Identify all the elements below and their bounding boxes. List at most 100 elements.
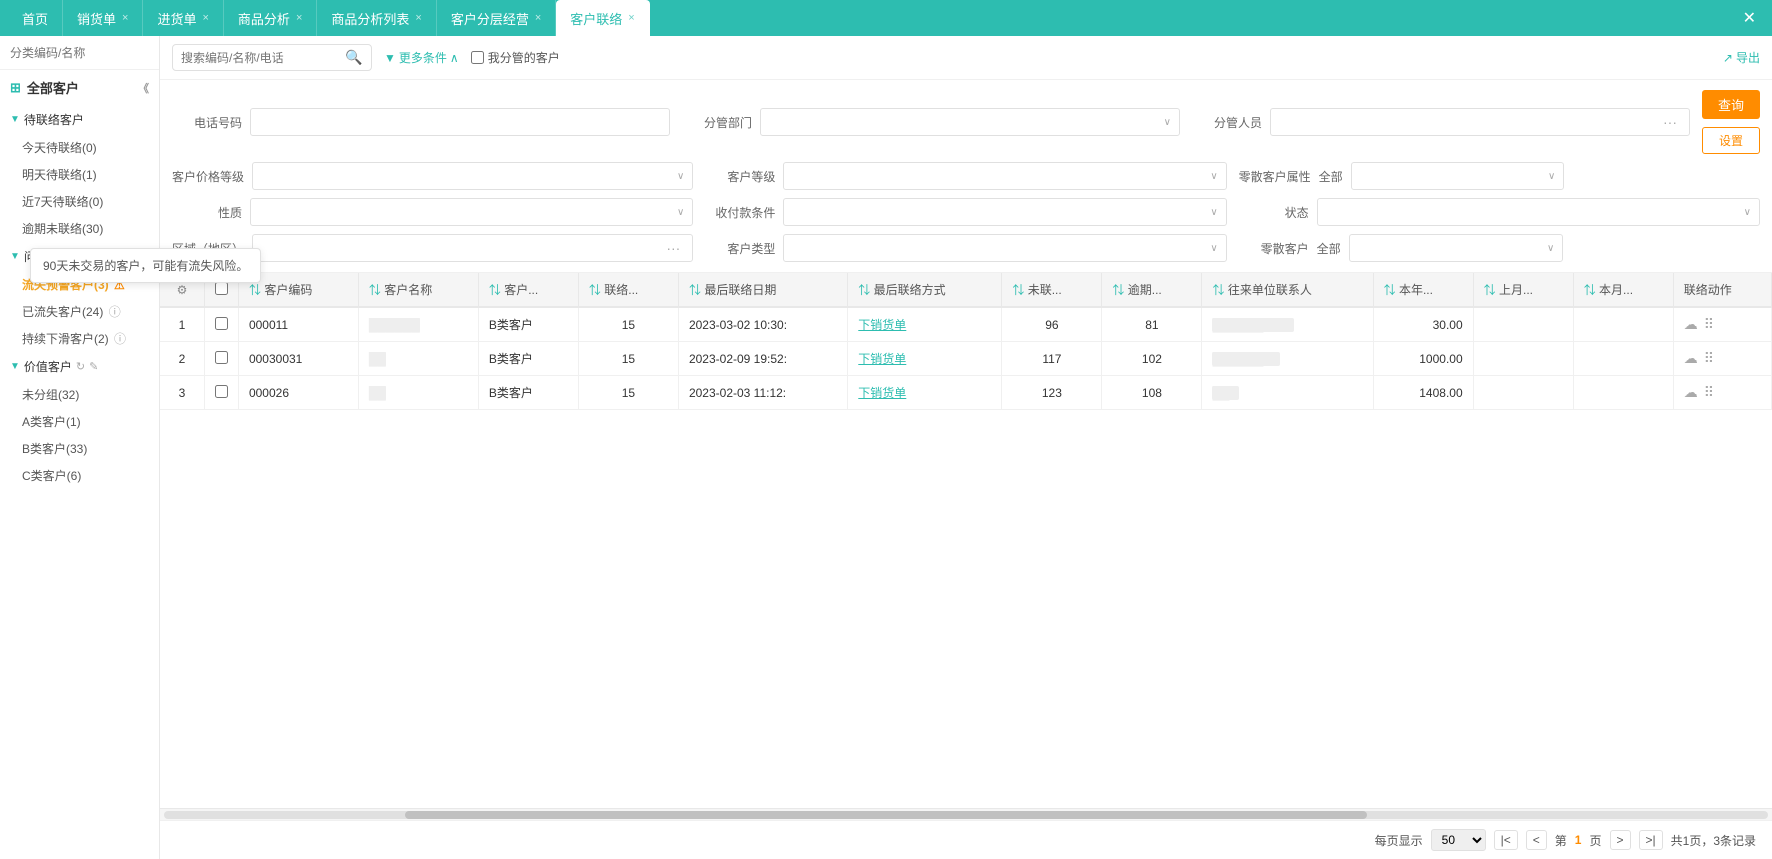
contact-action-icon[interactable]: ☁ <box>1684 316 1698 333</box>
td-last-contact-method[interactable]: 下销货单 <box>848 376 1002 410</box>
current-page: 1 <box>1575 833 1582 847</box>
retail-attr-select[interactable]: ∨ <box>1351 162 1565 190</box>
th-no-contact[interactable]: ⇅ 未联... <box>1002 273 1102 307</box>
th-company-contact[interactable]: ⇅ 往来单位联系人 <box>1202 273 1373 307</box>
tab-analysis-list[interactable]: 商品分析列表 × <box>317 0 436 36</box>
tab-purchase[interactable]: 进货单 × <box>143 0 223 36</box>
dots-icon[interactable]: ··· <box>1659 114 1681 130</box>
close-icon[interactable]: × <box>415 12 421 24</box>
horizontal-scrollbar[interactable] <box>160 808 1772 820</box>
sidebar-search-box[interactable]: 🔍 <box>0 36 159 70</box>
th-contact[interactable]: ⇅ 联络... <box>578 273 678 307</box>
prev-page-button[interactable]: < <box>1526 830 1547 850</box>
scrollbar-track[interactable] <box>164 811 1768 819</box>
dept-select[interactable]: ∨ <box>760 108 1180 136</box>
price-level-select[interactable]: ∨ <box>252 162 693 190</box>
sidebar-item-ungrouped[interactable]: 未分组(32) <box>0 381 159 408</box>
dots-icon[interactable]: ··· <box>662 240 684 256</box>
tab-sales[interactable]: 销货单 × <box>63 0 143 36</box>
edit-icon[interactable]: ✎ <box>89 360 98 373</box>
th-this-month[interactable]: ⇅ 本月... <box>1573 273 1673 307</box>
next-page-button[interactable]: > <box>1610 830 1631 850</box>
per-page-select[interactable]: 50 100 <box>1431 829 1486 851</box>
retail-customer-select[interactable]: ∨ <box>1349 234 1564 262</box>
td-code: 000026 <box>238 376 358 410</box>
collapse-icon[interactable]: 《 <box>138 80 149 96</box>
person-select[interactable]: ··· <box>1270 108 1690 136</box>
td-action: ☁ ⠿ <box>1673 307 1771 342</box>
sidebar-search-input[interactable] <box>10 46 160 60</box>
more-action-icon[interactable]: ⠿ <box>1704 384 1714 401</box>
sort-icon: ⇅ <box>689 283 701 297</box>
tab-home[interactable]: 首页 <box>8 0 63 36</box>
sidebar-all-customers[interactable]: ⊞ 全部客户 《 <box>0 70 159 105</box>
sidebar-item-churned[interactable]: 已流失客户(24) ⓘ <box>0 298 159 325</box>
close-icon[interactable]: × <box>628 12 634 24</box>
sidebar-item-class-b[interactable]: B类客户(33) <box>0 435 159 462</box>
gender-select[interactable]: ∨ <box>250 198 693 226</box>
refresh-icon[interactable]: ↻ <box>76 360 85 373</box>
level-select[interactable]: ∨ <box>783 162 1226 190</box>
select-all-checkbox[interactable] <box>215 282 228 295</box>
info-icon[interactable]: ⓘ <box>109 305 121 319</box>
first-page-button[interactable]: |< <box>1494 830 1518 850</box>
info-icon[interactable]: ⓘ <box>114 332 126 346</box>
sidebar-section-value[interactable]: ▼ 价值客户 ↻ ✎ <box>0 352 159 381</box>
td-last-contact-method[interactable]: 下销货单 <box>848 342 1002 376</box>
payment-select[interactable]: ∨ <box>783 198 1226 226</box>
contact-action-icon[interactable]: ☁ <box>1684 350 1698 367</box>
status-select[interactable]: ∨ <box>1317 198 1760 226</box>
sidebar-item-7days[interactable]: 近7天待联络(0) <box>0 188 159 215</box>
tab-customer-layer[interactable]: 客户分层经营 × <box>437 0 556 36</box>
td-last-contact-method[interactable]: 下销货单 <box>848 307 1002 342</box>
sidebar-section-pending[interactable]: ▼ 待联络客户 <box>0 105 159 134</box>
more-action-icon[interactable]: ⠿ <box>1704 316 1714 333</box>
my-customers-checkbox[interactable] <box>471 51 484 64</box>
sidebar-item-class-a[interactable]: A类客户(1) <box>0 408 159 435</box>
filter-more-button[interactable]: ▼ 更多条件 ∧ <box>384 49 459 66</box>
td-type: B类客户 <box>478 307 578 342</box>
settings-button[interactable]: 设置 <box>1702 127 1760 154</box>
scrollbar-thumb[interactable] <box>405 811 1367 819</box>
sidebar-item-declining[interactable]: 持续下滑客户(2) ⓘ <box>0 325 159 352</box>
more-action-icon[interactable]: ⠿ <box>1704 350 1714 367</box>
td-checkbox[interactable] <box>204 376 238 410</box>
td-no-contact: 96 <box>1002 307 1102 342</box>
gear-icon[interactable]: ⚙ <box>177 283 188 297</box>
phone-input[interactable] <box>250 108 670 136</box>
th-name[interactable]: ⇅ 客户名称 <box>358 273 478 307</box>
sidebar-item-overdue[interactable]: 逾期未联络(30) <box>0 215 159 242</box>
sidebar-item-today[interactable]: 今天待联络(0) <box>0 134 159 161</box>
tab-analysis[interactable]: 商品分析 × <box>224 0 317 36</box>
th-last-month[interactable]: ⇅ 上月... <box>1473 273 1573 307</box>
th-type[interactable]: ⇅ 客户... <box>478 273 578 307</box>
td-overdue: 81 <box>1102 307 1202 342</box>
sidebar-item-tomorrow[interactable]: 明天待联络(1) <box>0 161 159 188</box>
filter-icon: ▼ <box>384 51 396 65</box>
contact-action-icon[interactable]: ☁ <box>1684 384 1698 401</box>
export-button[interactable]: ↗ 导出 <box>1723 49 1760 66</box>
search-box[interactable]: 🔍 <box>172 44 372 71</box>
th-last-contact-date[interactable]: ⇅ 最后联络日期 <box>678 273 847 307</box>
region-select[interactable]: ··· <box>252 234 693 262</box>
close-icon[interactable]: × <box>296 12 302 24</box>
close-icon[interactable]: × <box>122 12 128 24</box>
sort-icon: ⇅ <box>489 283 501 297</box>
th-last-contact-method[interactable]: ⇅ 最后联络方式 <box>848 273 1002 307</box>
td-checkbox[interactable] <box>204 307 238 342</box>
search-input[interactable] <box>181 51 341 65</box>
filter-my-customers[interactable]: 我分管的客户 <box>471 49 560 66</box>
close-icon[interactable]: × <box>202 12 208 24</box>
close-icon[interactable]: × <box>535 12 541 24</box>
sidebar-item-class-c[interactable]: C类客户(6) <box>0 462 159 489</box>
search-icon[interactable]: 🔍 <box>345 49 362 66</box>
query-button[interactable]: 查询 <box>1702 90 1760 119</box>
th-this-year[interactable]: ⇅ 本年... <box>1373 273 1473 307</box>
customer-type-select[interactable]: ∨ <box>783 234 1226 262</box>
td-checkbox[interactable] <box>204 342 238 376</box>
last-page-button[interactable]: >| <box>1639 830 1663 850</box>
td-code: 000011 <box>238 307 358 342</box>
global-close-button[interactable]: ✕ <box>1735 8 1764 28</box>
th-overdue[interactable]: ⇅ 逾期... <box>1102 273 1202 307</box>
tab-customer-contact[interactable]: 客户联络 × <box>556 0 649 36</box>
